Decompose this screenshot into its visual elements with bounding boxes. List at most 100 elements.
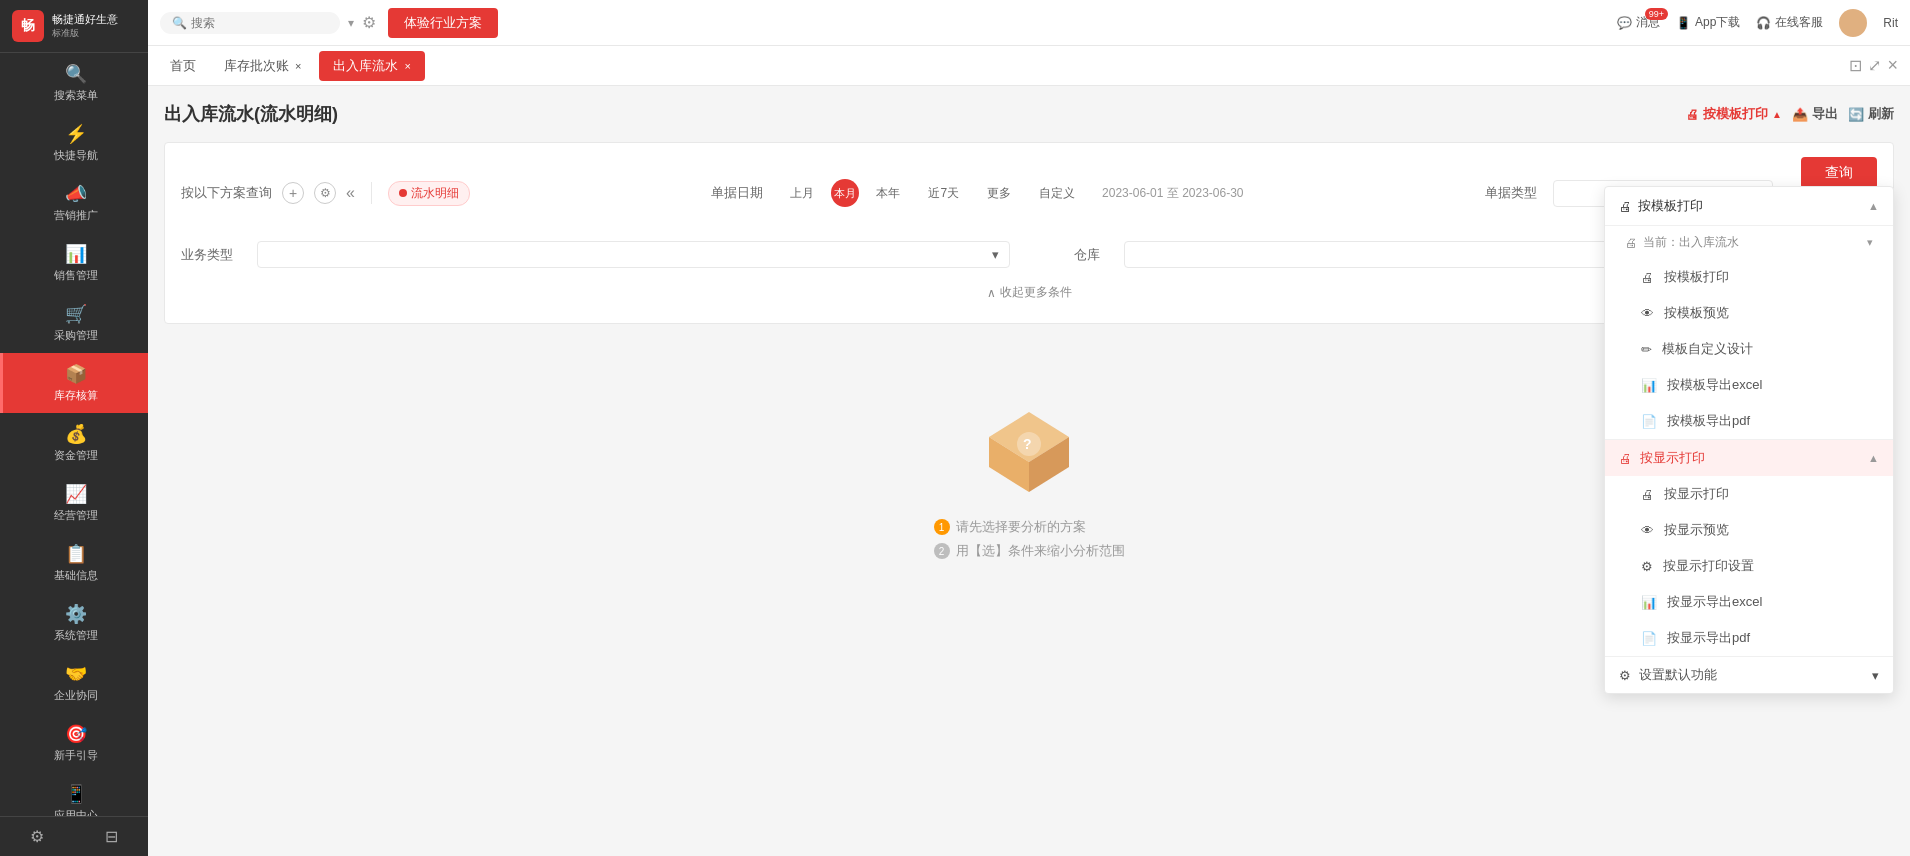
tab-maximize-icon[interactable]: ⤢ bbox=[1868, 56, 1881, 75]
sidebar-icon-marketing: 📣 bbox=[65, 183, 87, 205]
sidebar-item-system[interactable]: ⚙️ 系统管理 bbox=[0, 593, 148, 653]
tab-restore-icon[interactable]: ⊡ bbox=[1849, 56, 1862, 75]
empty-illustration-svg: ? bbox=[979, 402, 1079, 502]
dp-template-custom-item[interactable]: ✏ 模板自定义设计 bbox=[1605, 331, 1893, 367]
dp-set-default-footer[interactable]: ⚙ 设置默认功能 ▾ bbox=[1605, 656, 1893, 693]
dp-template-print-item[interactable]: 🖨 按模板打印 bbox=[1605, 259, 1893, 295]
date-tag-year[interactable]: 本年 bbox=[865, 181, 911, 206]
empty-state-illustration: ? bbox=[979, 402, 1079, 502]
template-print-btn[interactable]: 🖨 按模板打印 ▲ bbox=[1686, 105, 1782, 123]
dp-display-preview-icon: 👁 bbox=[1641, 523, 1654, 538]
sidebar-item-guide[interactable]: 🎯 新手引导 bbox=[0, 713, 148, 773]
sidebar-item-inventory[interactable]: 📦 库存核算 bbox=[0, 353, 148, 413]
topbar-search-box[interactable]: 🔍 bbox=[160, 12, 340, 34]
dp-template-excel-label: 按模板导出excel bbox=[1667, 376, 1762, 394]
tab-close-all-icon[interactable]: × bbox=[1887, 55, 1898, 76]
sidebar-item-marketing[interactable]: 📣 营销推广 bbox=[0, 173, 148, 233]
empty-tip-1: 1 请先选择要分析的方案 bbox=[934, 518, 1125, 536]
sidebar-label-app-center: 应用中心 bbox=[54, 808, 98, 816]
page-content: 出入库流水(流水明细) 🖨 按模板打印 ▲ 📤 导出 🔄 刷新 bbox=[148, 86, 1910, 856]
topbar-chevron-icon[interactable]: ▾ bbox=[348, 16, 354, 30]
sidebar-label-inventory: 库存核算 bbox=[54, 388, 98, 403]
username-label[interactable]: Rit bbox=[1883, 16, 1898, 30]
filter-settings-icon[interactable]: ⚙ bbox=[314, 182, 336, 204]
empty-tip-2: 2 用【选】条件来缩小分析范围 bbox=[934, 542, 1125, 560]
refresh-btn[interactable]: 🔄 刷新 bbox=[1848, 105, 1894, 123]
topbar-right: 💬 消息 99+ 📱 App下载 🎧 在线客服 Rit bbox=[1617, 9, 1898, 37]
sidebar-label-sales: 销售管理 bbox=[54, 268, 98, 283]
tab-home[interactable]: 首页 bbox=[160, 51, 206, 81]
sidebar-item-basic[interactable]: 📋 基础信息 bbox=[0, 533, 148, 593]
sidebar-item-quick-nav[interactable]: ⚡ 快捷导航 bbox=[0, 113, 148, 173]
sidebar-label-basic: 基础信息 bbox=[54, 568, 98, 583]
sidebar-icon-inventory: 📦 bbox=[65, 363, 87, 385]
dp-display-print-section[interactable]: 🖨 按显示打印 ▲ bbox=[1605, 440, 1893, 476]
sidebar-menu-icon[interactable]: ⊟ bbox=[105, 827, 118, 846]
date-tag-7days[interactable]: 近7天 bbox=[917, 181, 970, 206]
topbar-online-service[interactable]: 🎧 在线客服 bbox=[1756, 14, 1823, 31]
sidebar-icon-purchase: 🛒 bbox=[65, 303, 87, 325]
tab-batch-account[interactable]: 库存批次账 × bbox=[210, 51, 315, 81]
sidebar-icon-basic: 📋 bbox=[65, 543, 87, 565]
sidebar-item-finance[interactable]: 💰 资金管理 bbox=[0, 413, 148, 473]
date-tag-more[interactable]: 更多 bbox=[976, 181, 1022, 206]
filter-collapse-icon[interactable]: « bbox=[346, 184, 355, 202]
topbar-app-download[interactable]: 📱 App下载 bbox=[1676, 14, 1740, 31]
sidebar-item-sales[interactable]: 📊 销售管理 bbox=[0, 233, 148, 293]
sidebar-item-enterprise[interactable]: 🤝 企业协同 bbox=[0, 653, 148, 713]
sidebar-item-operations[interactable]: 📈 经营管理 bbox=[0, 473, 148, 533]
tab-home-label: 首页 bbox=[170, 57, 196, 75]
dp-display-excel-item[interactable]: 📊 按显示导出excel bbox=[1605, 584, 1893, 620]
sidebar-label-system: 系统管理 bbox=[54, 628, 98, 643]
tab-batch-close-icon[interactable]: × bbox=[295, 60, 301, 72]
topbar-notification[interactable]: 💬 消息 99+ bbox=[1617, 14, 1660, 31]
dp-display-print-settings-item[interactable]: ⚙ 按显示打印设置 bbox=[1605, 548, 1893, 584]
template-print-label: 按模板打印 bbox=[1703, 105, 1768, 123]
filter-add-btn[interactable]: + bbox=[282, 182, 304, 204]
notification-badge: 99+ bbox=[1645, 8, 1668, 20]
dp-footer-arrow: ▾ bbox=[1872, 668, 1879, 683]
dp-template-preview-item[interactable]: 👁 按模板预览 bbox=[1605, 295, 1893, 331]
sidebar-item-purchase[interactable]: 🛒 采购管理 bbox=[0, 293, 148, 353]
sidebar-label-guide: 新手引导 bbox=[54, 748, 98, 763]
industry-btn[interactable]: 体验行业方案 bbox=[388, 8, 498, 38]
business-type-select[interactable]: ▾ bbox=[257, 241, 1010, 268]
tab-inventory-close-icon[interactable]: × bbox=[404, 60, 410, 72]
query-btn[interactable]: 查询 bbox=[1801, 157, 1877, 189]
sidebar-label-purchase: 采购管理 bbox=[54, 328, 98, 343]
dp-display-print-item[interactable]: 🖨 按显示打印 bbox=[1605, 476, 1893, 512]
date-tag-prev-month[interactable]: 上月 bbox=[779, 181, 825, 206]
sidebar-settings-icon[interactable]: ⚙ bbox=[30, 827, 44, 846]
dp-display-pdf-item[interactable]: 📄 按显示导出pdf bbox=[1605, 620, 1893, 656]
topbar: 🔍 ▾ ⚙ 体验行业方案 💬 消息 99+ 📱 App下载 🎧 在线客服 Rit bbox=[148, 0, 1910, 46]
filter-flow-chip[interactable]: 流水明细 bbox=[388, 181, 470, 206]
tip-text-1: 请先选择要分析的方案 bbox=[956, 518, 1086, 536]
sidebar-label-operations: 经营管理 bbox=[54, 508, 98, 523]
dp-section-arrow: ▲ bbox=[1868, 452, 1879, 464]
dp-template-print-header[interactable]: 🖨 按模板打印 ▲ bbox=[1605, 187, 1893, 226]
sidebar-item-app-center[interactable]: 📱 应用中心 bbox=[0, 773, 148, 816]
search-input[interactable] bbox=[191, 16, 321, 30]
date-tag-custom[interactable]: 自定义 bbox=[1028, 181, 1086, 206]
sidebar-item-search[interactable]: 🔍 搜索菜单 bbox=[0, 53, 148, 113]
topbar-search-icon: 🔍 bbox=[172, 16, 187, 30]
dp-display-preview-item[interactable]: 👁 按显示预览 bbox=[1605, 512, 1893, 548]
avatar[interactable] bbox=[1839, 9, 1867, 37]
dp-header-arrow: ▲ bbox=[1868, 200, 1879, 212]
tab-bar: 首页 库存批次账 × 出入库流水 × ⊡ ⤢ × bbox=[148, 46, 1910, 86]
service-icon: 🎧 bbox=[1756, 16, 1771, 30]
chip-label: 流水明细 bbox=[411, 185, 459, 202]
refresh-icon: 🔄 bbox=[1848, 107, 1864, 122]
dp-display-settings-icon: ⚙ bbox=[1641, 559, 1653, 574]
dp-template-excel-item[interactable]: 📊 按模板导出excel bbox=[1605, 367, 1893, 403]
sidebar-icon-enterprise: 🤝 bbox=[65, 663, 87, 685]
dp-template-pdf-item[interactable]: 📄 按模板导出pdf bbox=[1605, 403, 1893, 439]
tab-inventory-flow[interactable]: 出入库流水 × bbox=[319, 51, 424, 81]
collapse-label: 收起更多条件 bbox=[1000, 284, 1072, 301]
sidebar-icon-search: 🔍 bbox=[65, 63, 87, 85]
sidebar-icon-app-center: 📱 bbox=[65, 783, 87, 805]
sidebar-icon-quick-nav: ⚡ bbox=[65, 123, 87, 145]
topbar-gear-icon[interactable]: ⚙ bbox=[362, 13, 376, 32]
export-btn[interactable]: 📤 导出 bbox=[1792, 105, 1838, 123]
date-tag-current-month[interactable]: 本月 bbox=[831, 179, 859, 207]
